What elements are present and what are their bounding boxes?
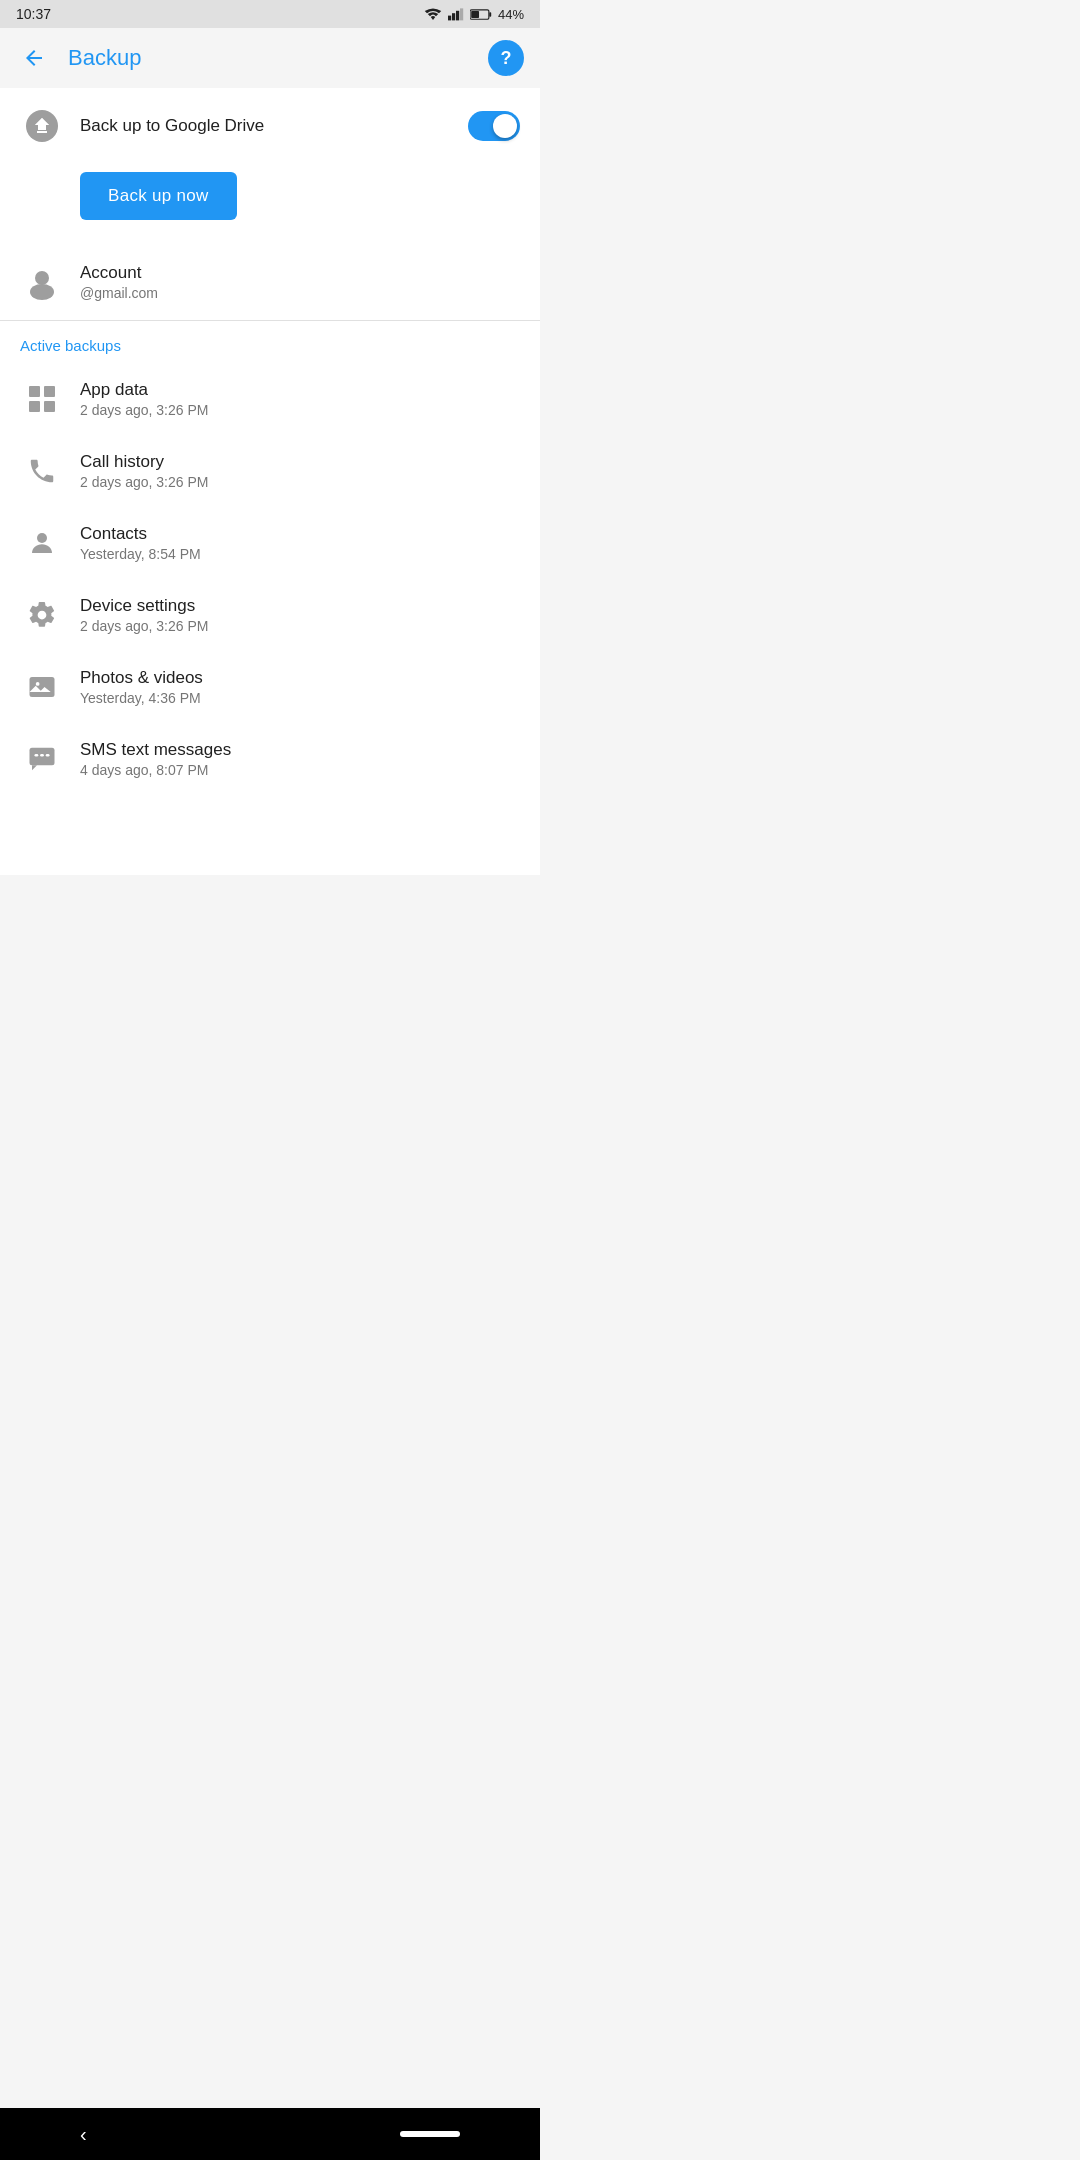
app-bar: Backup ?: [0, 28, 540, 88]
contacts-title: Contacts: [80, 524, 520, 544]
device-settings-time: 2 days ago, 3:26 PM: [80, 618, 520, 634]
photos-title: Photos & videos: [80, 668, 520, 688]
page-title: Backup: [68, 45, 472, 71]
gear-icon: [27, 600, 57, 630]
list-item[interactable]: App data 2 days ago, 3:26 PM: [0, 363, 540, 435]
list-item[interactable]: SMS text messages 4 days ago, 8:07 PM: [0, 723, 540, 795]
app-data-text: App data 2 days ago, 3:26 PM: [64, 380, 520, 418]
list-item[interactable]: Device settings 2 days ago, 3:26 PM: [0, 579, 540, 651]
svg-rect-13: [44, 401, 55, 412]
svg-point-9: [30, 284, 54, 300]
photos-text: Photos & videos Yesterday, 4:36 PM: [64, 668, 520, 706]
sms-icon: [27, 744, 57, 774]
toggle-track: [468, 111, 520, 141]
bottom-spacer: [0, 795, 540, 875]
active-backups-header: Active backups: [0, 321, 540, 363]
photos-icon-container: [20, 665, 64, 709]
device-settings-icon-container: [20, 593, 64, 637]
contacts-text: Contacts Yesterday, 8:54 PM: [64, 524, 520, 562]
back-arrow-icon: [22, 46, 46, 70]
grid-icon: [26, 383, 58, 415]
svg-rect-1: [452, 13, 455, 20]
sms-title: SMS text messages: [80, 740, 520, 760]
contacts-time: Yesterday, 8:54 PM: [80, 546, 520, 562]
backup-to-drive-row: Back up to Google Drive: [0, 88, 540, 164]
device-settings-text: Device settings 2 days ago, 3:26 PM: [64, 596, 520, 634]
app-data-title: App data: [80, 380, 520, 400]
backup-to-drive-label-container: Back up to Google Drive: [64, 116, 468, 136]
svg-rect-10: [29, 386, 40, 397]
list-item[interactable]: Photos & videos Yesterday, 4:36 PM: [0, 651, 540, 723]
svg-point-16: [36, 682, 40, 686]
contacts-person-icon: [27, 528, 57, 558]
signal-icon: [448, 7, 464, 21]
svg-point-8: [35, 271, 49, 285]
account-email: @gmail.com: [80, 285, 520, 301]
svg-rect-5: [489, 12, 491, 17]
cloud-upload-icon: [24, 108, 60, 144]
contacts-icon-container: [20, 521, 64, 565]
phone-icon: [27, 456, 57, 486]
battery-percent: 44%: [498, 7, 524, 22]
device-settings-title: Device settings: [80, 596, 520, 616]
svg-rect-0: [448, 16, 451, 21]
photos-time: Yesterday, 4:36 PM: [80, 690, 520, 706]
back-button[interactable]: [16, 40, 52, 76]
sms-text: SMS text messages 4 days ago, 8:07 PM: [64, 740, 520, 778]
active-backups-label: Active backups: [20, 337, 121, 354]
call-history-icon-container: [20, 449, 64, 493]
account-icon-container: [20, 260, 64, 304]
backup-toggle[interactable]: [468, 111, 520, 141]
svg-point-14: [37, 533, 47, 543]
call-history-time: 2 days ago, 3:26 PM: [80, 474, 520, 490]
svg-rect-2: [456, 11, 459, 21]
status-bar: 10:37 44%: [0, 0, 540, 28]
sms-time: 4 days ago, 8:07 PM: [80, 762, 520, 778]
account-info: Account @gmail.com: [64, 263, 520, 301]
app-data-time: 2 days ago, 3:26 PM: [80, 402, 520, 418]
toggle-thumb: [493, 114, 517, 138]
list-item[interactable]: Call history 2 days ago, 3:26 PM: [0, 435, 540, 507]
help-button[interactable]: ?: [488, 40, 524, 76]
svg-rect-12: [29, 401, 40, 412]
account-person-icon: [24, 264, 60, 300]
svg-rect-11: [44, 386, 55, 397]
account-row[interactable]: Account @gmail.com: [0, 244, 540, 320]
app-data-icon-container: [20, 377, 64, 421]
wifi-icon: [424, 7, 442, 21]
svg-rect-20: [46, 754, 50, 757]
call-history-title: Call history: [80, 452, 520, 472]
backup-now-row: Back up now: [0, 164, 540, 244]
svg-rect-15: [30, 677, 55, 697]
call-history-text: Call history 2 days ago, 3:26 PM: [64, 452, 520, 490]
cloud-icon-container: [20, 104, 64, 148]
help-icon: ?: [501, 48, 512, 69]
sms-icon-container: [20, 737, 64, 781]
list-item[interactable]: Contacts Yesterday, 8:54 PM: [0, 507, 540, 579]
backup-now-button[interactable]: Back up now: [80, 172, 237, 220]
account-label: Account: [80, 263, 520, 283]
svg-rect-19: [40, 754, 44, 757]
backup-to-drive-label: Back up to Google Drive: [80, 116, 264, 135]
photo-icon: [27, 672, 57, 702]
svg-rect-18: [35, 754, 39, 757]
svg-rect-6: [471, 10, 479, 17]
battery-icon: [470, 8, 492, 21]
svg-rect-3: [460, 8, 463, 20]
status-icons: 44%: [424, 7, 524, 22]
status-time: 10:37: [16, 6, 51, 22]
